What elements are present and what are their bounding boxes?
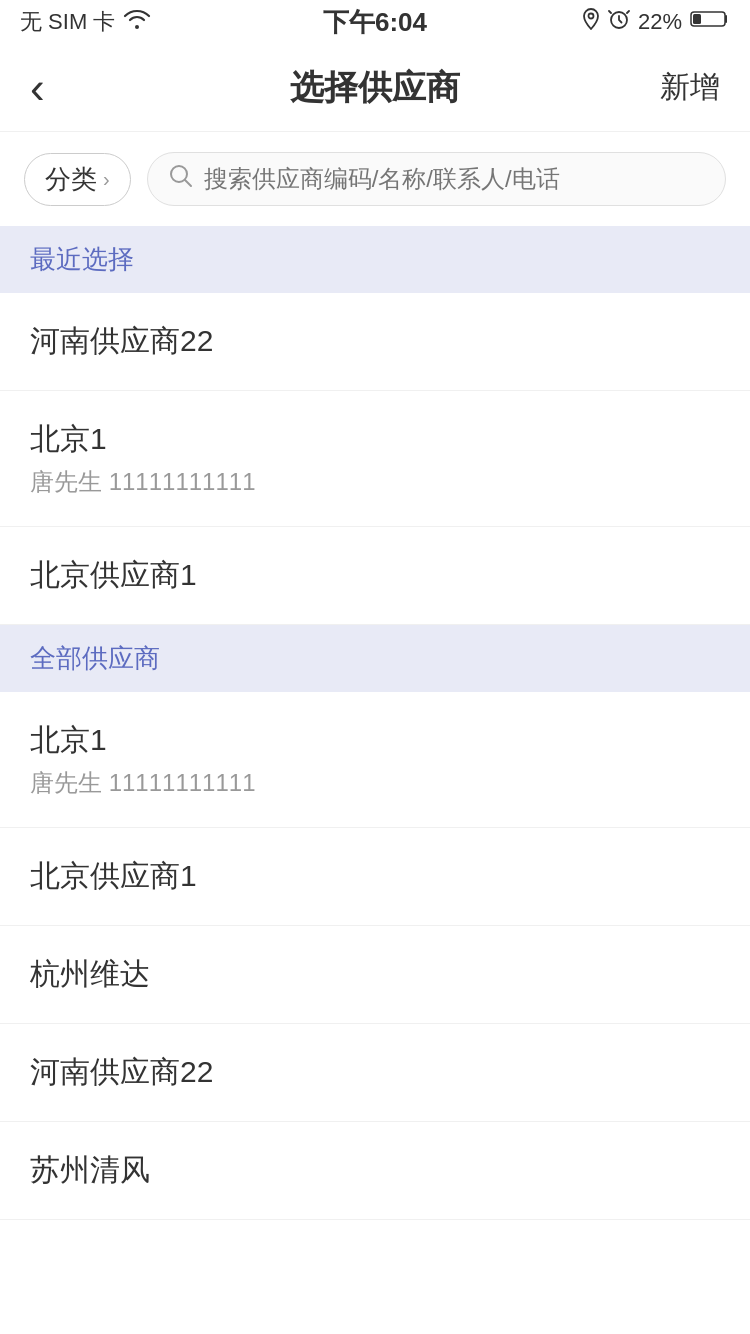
item-name: 北京供应商1	[30, 555, 720, 596]
status-right: 22%	[582, 8, 730, 36]
item-name: 苏州清风	[30, 1150, 720, 1191]
carrier-label: 无 SIM 卡	[20, 7, 115, 37]
item-name: 北京1	[30, 419, 720, 460]
all-section-label: 全部供应商	[30, 643, 160, 673]
category-label: 分类	[45, 162, 97, 197]
item-name: 河南供应商22	[30, 1052, 720, 1093]
status-time: 下午6:04	[323, 5, 427, 40]
recent-list-item[interactable]: 北京供应商1	[0, 527, 750, 625]
back-button[interactable]: ‹	[30, 63, 90, 113]
wifi-icon	[123, 9, 151, 35]
svg-rect-3	[693, 14, 701, 24]
battery-label: 22%	[638, 9, 682, 35]
all-list-item[interactable]: 苏州清风	[0, 1122, 750, 1220]
recent-list-item[interactable]: 河南供应商22	[0, 293, 750, 391]
nav-bar: ‹ 选择供应商 新增	[0, 44, 750, 132]
location-icon	[582, 8, 600, 36]
item-sub: 唐先生 11111111111	[30, 767, 720, 799]
search-box[interactable]	[147, 152, 726, 206]
battery-icon	[690, 9, 730, 35]
status-bar: 无 SIM 卡 下午6:04 22%	[0, 0, 750, 44]
all-list-item[interactable]: 河南供应商22	[0, 1024, 750, 1122]
search-input[interactable]	[204, 165, 705, 193]
all-items-list: 北京1 唐先生 11111111111 北京供应商1 杭州维达河南供应商22 苏州清风	[0, 692, 750, 1220]
all-list-item[interactable]: 杭州维达	[0, 926, 750, 1024]
page-title: 选择供应商	[290, 65, 460, 111]
item-sub: 唐先生 11111111111	[30, 466, 720, 498]
item-name: 河南供应商22	[30, 321, 720, 362]
search-icon	[168, 163, 194, 195]
all-list-item[interactable]: 北京供应商1	[0, 828, 750, 926]
category-arrow-icon: ›	[103, 168, 110, 191]
item-name: 北京1	[30, 720, 720, 761]
all-list-item[interactable]: 北京1 唐先生 11111111111	[0, 692, 750, 828]
status-left: 无 SIM 卡	[20, 7, 151, 37]
item-name: 北京供应商1	[30, 856, 720, 897]
recent-section-header: 最近选择	[0, 226, 750, 293]
all-section-header: 全部供应商	[0, 625, 750, 692]
item-name: 杭州维达	[30, 954, 720, 995]
recent-section-label: 最近选择	[30, 244, 134, 274]
category-filter-button[interactable]: 分类 ›	[24, 153, 131, 206]
recent-items-list: 河南供应商22 北京1 唐先生 11111111111 北京供应商1	[0, 293, 750, 625]
recent-list-item[interactable]: 北京1 唐先生 11111111111	[0, 391, 750, 527]
svg-point-0	[588, 14, 593, 19]
new-action-button[interactable]: 新增	[660, 67, 720, 108]
alarm-icon	[608, 8, 630, 36]
search-area: 分类 ›	[0, 132, 750, 226]
